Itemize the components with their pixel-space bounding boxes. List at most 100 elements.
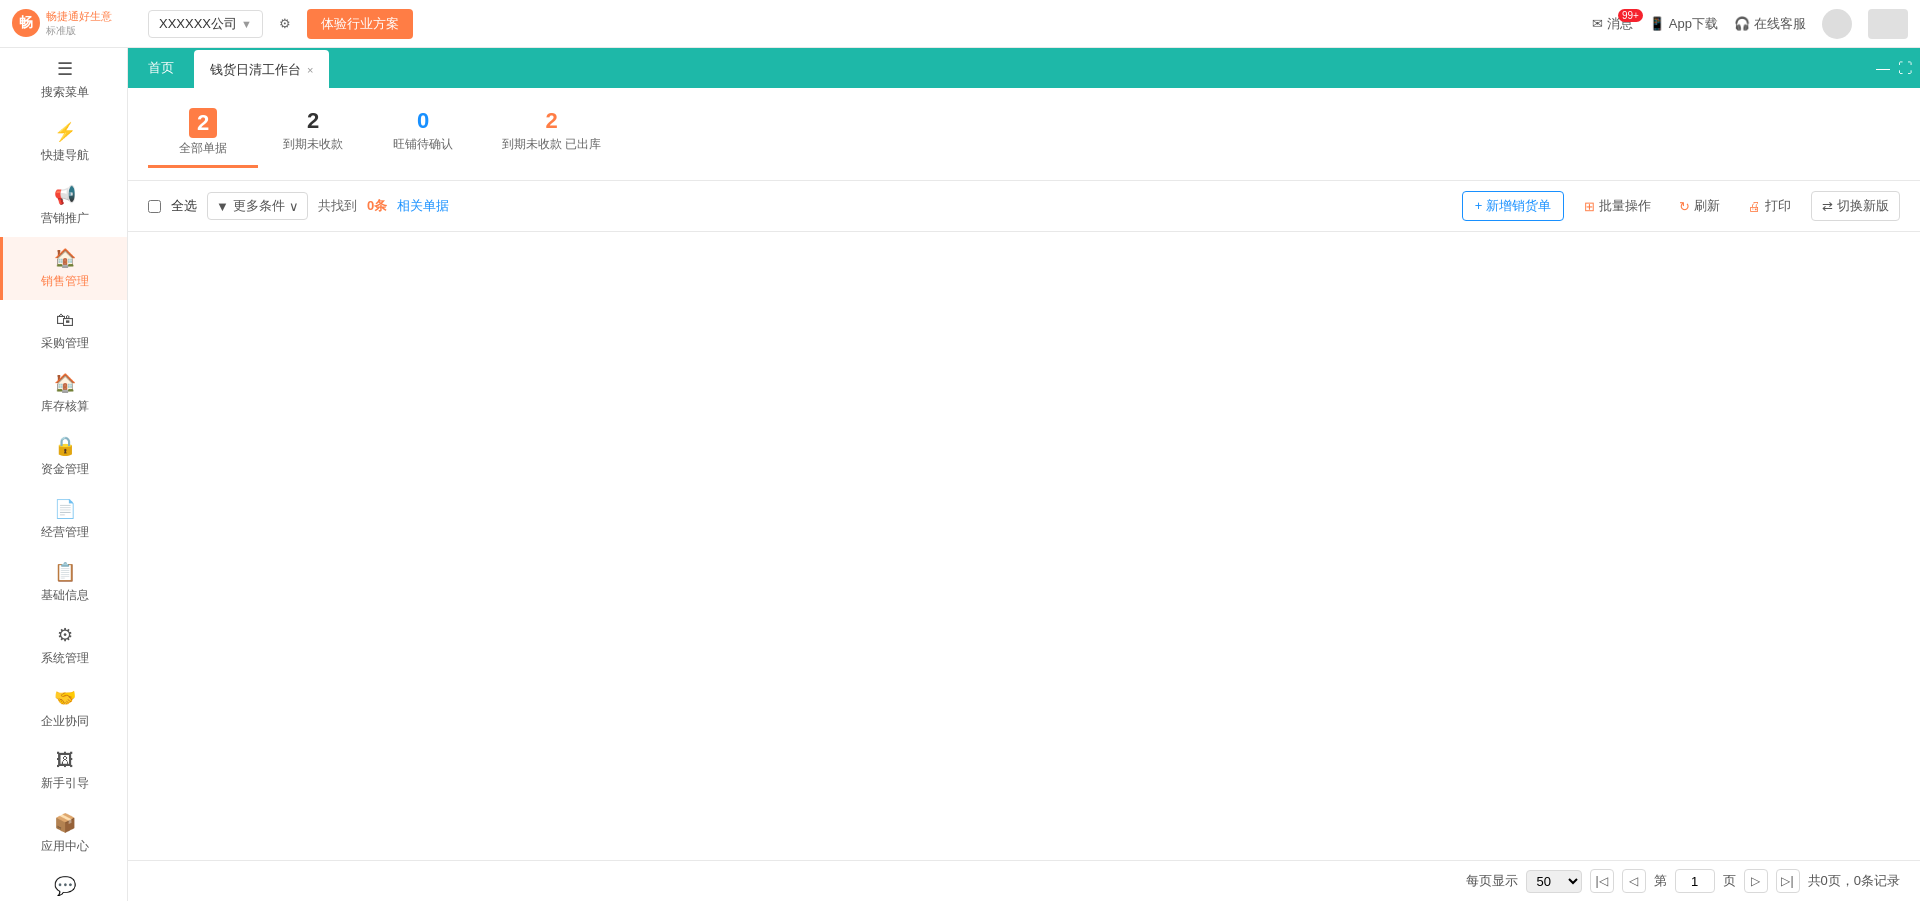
tab-close-icon[interactable]: ×	[307, 64, 313, 76]
sidebar-label-sales: 销售管理	[41, 273, 89, 290]
tab-active-label: 钱货日清工作台	[210, 61, 301, 79]
user-info[interactable]	[1868, 9, 1908, 39]
page-input[interactable]	[1675, 869, 1715, 893]
message-badge: 99+	[1618, 9, 1643, 22]
stat-card-overdue[interactable]: 2到期未收款	[258, 100, 368, 168]
stat-card-pending[interactable]: 0 旺铺待确认	[368, 100, 478, 168]
sidebar-item-sales[interactable]: 🏠 销售管理	[0, 237, 127, 300]
print-button[interactable]: 🖨 打印	[1740, 193, 1799, 219]
sidebar-label-purchase: 采购管理	[41, 335, 89, 352]
pagination-bar: 每页显示 50 100 200 |◁ ◁ 第 页 ▷ ▷| 共0页，0条记录	[128, 860, 1920, 901]
stat-num-all: 2	[189, 108, 217, 138]
chevron-down-icon: ▼	[241, 18, 252, 30]
logo-name: 畅捷通好生意	[46, 9, 112, 23]
company-name: XXXXXX公司	[159, 15, 237, 33]
sidebar: ☰ 搜索菜单 ⚡ 快捷导航 📢营销推广 🏠 销售管理 🛍 采购管理 🏠库存核算🔒资金管理📄经营管理…	[0, 48, 128, 901]
refresh-button[interactable]: ↻ 刷新	[1671, 193, 1728, 219]
sidebar-icon-guide: 🖼	[56, 750, 74, 771]
page-suffix: 页	[1723, 872, 1736, 890]
sidebar-label-basic: 基础信息	[41, 587, 89, 604]
stat-num-pending: 0	[417, 108, 429, 134]
found-prefix: 共找到	[318, 197, 357, 215]
toolbar-right: + 新增销货单 ⊞ 批量操作 ↻ 刷新 🖨 打印 ⇄	[1462, 191, 1900, 221]
sidebar-item-finance[interactable]: 🔒资金管理	[0, 425, 127, 488]
sidebar-item-guide[interactable]: 🖼 新手引导	[0, 740, 127, 802]
sidebar-item-inventory[interactable]: 🏠库存核算	[0, 362, 127, 425]
sidebar-icon-enterprise: 🤝	[54, 687, 76, 709]
page-label: 第	[1654, 872, 1667, 890]
sidebar-item-apps[interactable]: 📦应用中心	[0, 802, 127, 865]
service-label: 在线客服	[1754, 15, 1806, 33]
sidebar-icon-wechat: 💬	[54, 875, 76, 897]
batch-label: 批量操作	[1599, 197, 1651, 215]
sidebar-label-search-menu: 搜索菜单	[41, 84, 89, 101]
sidebar-item-operation[interactable]: 📄经营管理	[0, 488, 127, 551]
service-button[interactable]: 🎧 在线客服	[1734, 15, 1806, 33]
sidebar-item-purchase[interactable]: 🛍 采购管理	[0, 300, 127, 362]
sidebar-item-quick-nav[interactable]: ⚡ 快捷导航	[0, 111, 127, 174]
page-content: 2 全部单据 2到期未收款 0 旺铺待确认 2 到期未收款 已出库 全选 ▼ 更多条件 ∨ …	[128, 88, 1920, 901]
switch-icon: ⇄	[1822, 199, 1833, 214]
sidebar-item-wechat[interactable]: 💬企业微信	[0, 865, 127, 901]
stat-label-shipped: 到期未收款 已出库	[502, 136, 601, 153]
new-sale-button[interactable]: + 新增销货单	[1462, 191, 1564, 221]
gear-button[interactable]: ⚙	[271, 10, 299, 38]
batch-button[interactable]: ⊞ 批量操作	[1576, 193, 1659, 219]
sidebar-icon-apps: 📦	[54, 812, 76, 834]
page-size-select[interactable]: 50 100 200	[1526, 870, 1582, 893]
message-button[interactable]: ✉ 消息 99+	[1592, 15, 1633, 33]
tab-active[interactable]: 钱货日清工作台 ×	[194, 50, 329, 90]
toolbar: 全选 ▼ 更多条件 ∨ 共找到 0条 相关单据 + 新增销货单 ⊞	[128, 181, 1920, 232]
company-selector[interactable]: XXXXXX公司 ▼	[148, 10, 263, 38]
sidebar-label-enterprise: 企业协同	[41, 713, 89, 730]
stat-card-all[interactable]: 2 全部单据	[148, 100, 258, 168]
sidebar-icon-marketing: 📢	[54, 184, 76, 206]
tab-home[interactable]: 首页	[128, 48, 194, 88]
sidebar-icon-purchase: 🛍	[56, 310, 74, 331]
sidebar-label-guide: 新手引导	[41, 775, 89, 792]
app-download-button[interactable]: 📱 App下载	[1649, 15, 1718, 33]
stat-num-shipped: 2	[546, 108, 558, 134]
next-page-button[interactable]: ▷	[1744, 869, 1768, 893]
refresh-label: 刷新	[1694, 197, 1720, 215]
stat-label-pending: 旺铺待确认	[393, 136, 453, 153]
sidebar-icon-operation: 📄	[54, 498, 76, 520]
sidebar-item-marketing[interactable]: 📢营销推广	[0, 174, 127, 237]
logo-sub: 标准版	[46, 24, 112, 38]
switch-button[interactable]: ⇄ 切换新版	[1811, 191, 1900, 221]
prev-page-button[interactable]: ◁	[1622, 869, 1646, 893]
sidebar-icon-finance: 🔒	[54, 435, 76, 457]
avatar[interactable]	[1822, 9, 1852, 39]
filter-button[interactable]: ▼ 更多条件 ∨	[207, 192, 308, 220]
filter-label: 更多条件	[233, 197, 285, 215]
toolbar-left: 全选 ▼ 更多条件 ∨ 共找到 0条 相关单据	[148, 192, 449, 220]
app-label: App下载	[1669, 15, 1718, 33]
sidebar-label-quick-nav: 快捷导航	[41, 147, 89, 164]
sidebar-item-basic[interactable]: 📋基础信息	[0, 551, 127, 614]
sidebar-item-enterprise[interactable]: 🤝 企业协同	[0, 677, 127, 740]
sidebar-icon-sales: 🏠	[54, 247, 76, 269]
sidebar-icon-search-menu: ☰	[57, 58, 73, 80]
sidebar-icon-quick-nav: ⚡	[54, 121, 76, 143]
minimize-icon[interactable]: —	[1876, 60, 1890, 76]
sidebar-icon-system: ⚙	[57, 624, 73, 646]
related-link[interactable]: 相关单据	[397, 197, 449, 215]
new-sale-label: + 新增销货单	[1475, 197, 1551, 215]
stat-label-all: 全部单据	[179, 140, 227, 157]
expand-icon[interactable]: ⛶	[1898, 60, 1912, 76]
sidebar-item-system[interactable]: ⚙ 系统管理	[0, 614, 127, 677]
select-all-checkbox[interactable]	[148, 200, 161, 213]
sidebar-item-search-menu[interactable]: ☰ 搜索菜单	[0, 48, 127, 111]
switch-label: 切换新版	[1837, 197, 1889, 215]
page-summary: 共0页，0条记录	[1808, 872, 1900, 890]
first-page-button[interactable]: |◁	[1590, 869, 1614, 893]
tab-right: — ⛶	[1876, 60, 1920, 76]
filter-icon: ▼	[216, 199, 229, 214]
message-icon: ✉	[1592, 16, 1603, 31]
last-page-button[interactable]: ▷|	[1776, 869, 1800, 893]
logo-icon: 畅	[12, 9, 40, 37]
trial-button[interactable]: 体验行业方案	[307, 9, 413, 39]
stat-num-overdue: 2	[307, 108, 319, 134]
sidebar-label-system: 系统管理	[41, 650, 89, 667]
stat-card-shipped[interactable]: 2 到期未收款 已出库	[478, 100, 625, 168]
